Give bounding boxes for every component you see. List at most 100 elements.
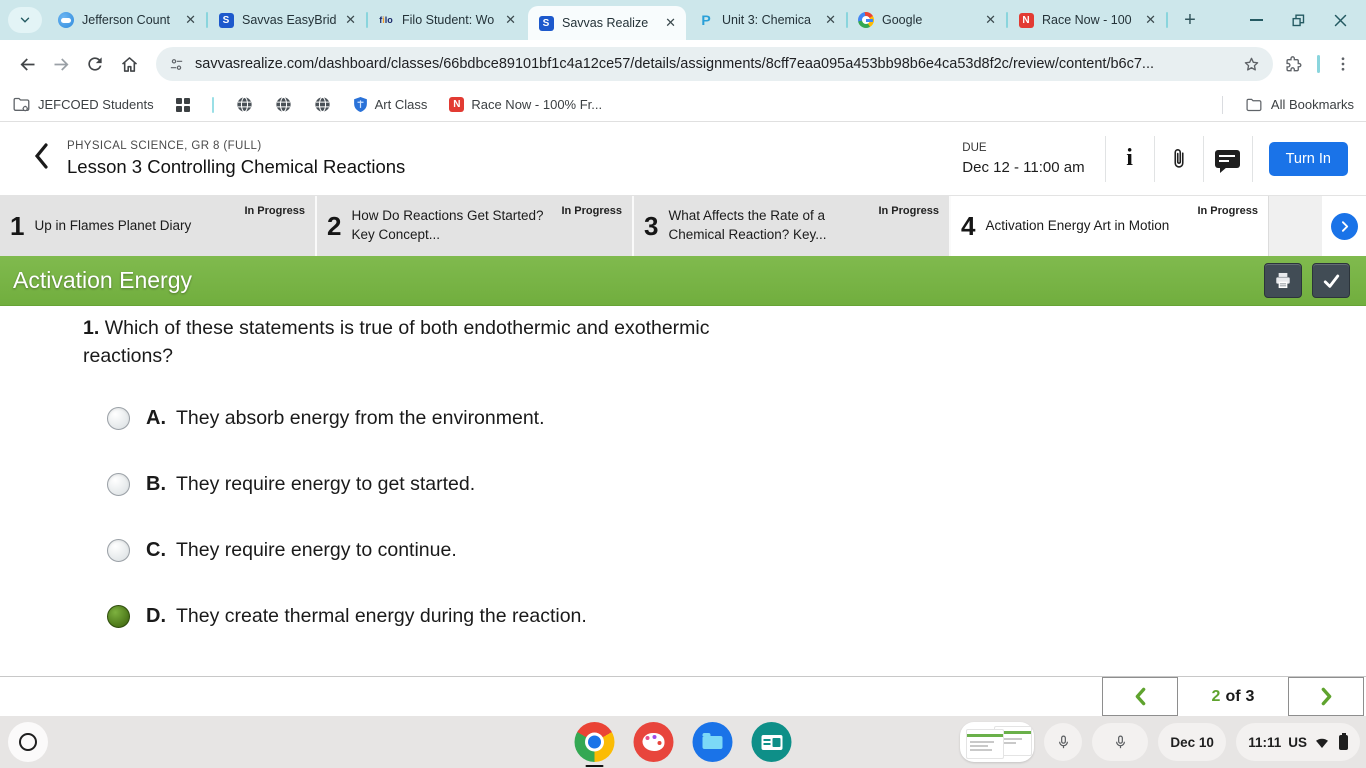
assignment-header: PHYSICAL SCIENCE, GR 8 (FULL) Lesson 3 C… xyxy=(0,122,1366,196)
bookmark-star-button[interactable] xyxy=(1242,55,1261,74)
folder-icon xyxy=(702,732,723,749)
browser-tab-unit3[interactable]: P Unit 3: Chemica ✕ xyxy=(688,0,846,40)
screencast-app-button[interactable] xyxy=(751,722,792,762)
option-text: They absorb energy from the environment. xyxy=(176,407,545,429)
due-block: DUE Dec 12 - 11:00 am xyxy=(962,142,1084,176)
browser-tab-jefferson[interactable]: Jefferson Count ✕ xyxy=(48,0,206,40)
answer-option-d[interactable]: D. They create thermal energy during the… xyxy=(107,605,1366,628)
lesson-tab-4[interactable]: 4 Activation Energy Art in Motion In Pro… xyxy=(951,196,1268,256)
tab-close-icon[interactable]: ✕ xyxy=(1141,10,1160,30)
canvas-app-button[interactable] xyxy=(633,722,674,762)
extensions-button[interactable] xyxy=(1283,54,1303,74)
savvas-favicon-icon: S xyxy=(218,12,234,28)
question-text-block: 1. Which of these statements is true of … xyxy=(83,314,751,370)
browser-tab-savvas-realize-active[interactable]: S Savvas Realize ✕ xyxy=(528,6,686,40)
tab-search-button[interactable] xyxy=(8,7,42,33)
assignment-title-block: PHYSICAL SCIENCE, GR 8 (FULL) Lesson 3 C… xyxy=(67,140,405,178)
calendar-button[interactable]: Dec 10 xyxy=(1158,723,1227,761)
answer-option-a[interactable]: A. They absorb energy from the environme… xyxy=(107,407,1366,430)
lesson-tab-number: 2 xyxy=(327,210,342,241)
back-button[interactable] xyxy=(10,47,44,81)
back-icon xyxy=(20,57,34,71)
bookmark-site-2[interactable] xyxy=(275,96,292,113)
files-app-button[interactable] xyxy=(692,722,733,762)
bookmark-site-1[interactable] xyxy=(236,96,253,113)
browser-tab-racenow[interactable]: N Race Now - 100 ✕ xyxy=(1008,0,1166,40)
running-indicator xyxy=(585,764,604,767)
activity-title: Activation Energy xyxy=(13,267,192,293)
lesson-tab-2[interactable]: 2 How Do Reactions Get Started? Key Conc… xyxy=(317,196,634,256)
bookmark-site-3[interactable] xyxy=(314,96,331,113)
shelf-time: 11:11 xyxy=(1248,734,1282,750)
close-window-button[interactable] xyxy=(1332,12,1348,28)
tab-close-icon[interactable]: ✕ xyxy=(821,10,840,30)
mic-tray-button[interactable] xyxy=(1044,723,1083,761)
dictation-button[interactable] xyxy=(1092,723,1149,761)
microphone-icon xyxy=(1115,735,1125,748)
wifi-icon xyxy=(1316,738,1328,748)
page-of-label: of xyxy=(1225,687,1241,705)
next-page-button[interactable] xyxy=(1288,677,1364,716)
tab-close-icon[interactable]: ✕ xyxy=(181,10,200,30)
bookmark-folder-jefcoed[interactable]: JEFCOED Students xyxy=(12,96,154,113)
restore-window-button[interactable] xyxy=(1290,12,1306,28)
lesson-tab-3[interactable]: 3 What Affects the Rate of a Chemical Re… xyxy=(634,196,951,256)
attachments-button[interactable] xyxy=(1155,135,1203,183)
lesson-item-tabs: 1 Up in Flames Planet Diary In Progress … xyxy=(0,196,1366,256)
tab-close-icon[interactable]: ✕ xyxy=(501,10,520,30)
bookmark-label: Race Now - 100% Fr... xyxy=(471,97,603,112)
chevron-left-icon xyxy=(34,143,48,169)
screenshot-preview-button[interactable] xyxy=(960,722,1035,762)
browser-tab-google[interactable]: Google ✕ xyxy=(848,0,1006,40)
bookmark-race-now[interactable]: N Race Now - 100% Fr... xyxy=(449,97,602,112)
forward-button[interactable] xyxy=(44,47,78,81)
paint-palette-icon xyxy=(642,733,665,751)
minimize-window-button[interactable] xyxy=(1248,12,1264,28)
launcher-button[interactable] xyxy=(8,722,48,762)
bookmark-art-class[interactable]: Art Class xyxy=(353,96,427,113)
home-button[interactable] xyxy=(112,47,146,81)
lesson-tab-1[interactable]: 1 Up in Flames Planet Diary In Progress xyxy=(0,196,317,256)
answer-radio[interactable] xyxy=(107,605,130,628)
chrome-app-button[interactable] xyxy=(574,722,615,767)
minimize-icon xyxy=(1249,19,1263,21)
tab-label: Savvas EasyBrid xyxy=(242,13,337,27)
page-title: Lesson 3 Controlling Chemical Reactions xyxy=(67,155,406,177)
browser-tab-easybridge[interactable]: S Savvas EasyBrid ✕ xyxy=(208,0,366,40)
back-to-assignment-button[interactable] xyxy=(34,143,49,174)
submit-check-button[interactable] xyxy=(1312,263,1350,298)
print-button[interactable] xyxy=(1264,263,1302,298)
new-tab-button[interactable]: + xyxy=(1176,6,1204,34)
globe-icon xyxy=(314,96,330,113)
tab-close-icon[interactable]: ✕ xyxy=(341,10,360,30)
tab-close-icon[interactable]: ✕ xyxy=(981,10,1000,30)
browser-menu-button[interactable] xyxy=(1334,55,1352,73)
system-tray-button[interactable]: 11:11 US xyxy=(1236,723,1360,761)
page-indicator: 2 of 3 xyxy=(1178,677,1288,716)
answer-radio[interactable] xyxy=(107,473,130,496)
activity-actions xyxy=(1264,263,1366,298)
due-date: Dec 12 - 11:00 am xyxy=(962,158,1085,176)
bookmark-apps-grid[interactable] xyxy=(175,97,190,112)
previous-page-button[interactable] xyxy=(1102,677,1178,716)
tab-close-icon[interactable]: ✕ xyxy=(661,13,680,33)
turn-in-button[interactable]: Turn In xyxy=(1268,141,1348,176)
browser-tab-filo[interactable]: filo Filo Student: Wo ✕ xyxy=(368,0,526,40)
course-name: PHYSICAL SCIENCE, GR 8 (FULL) xyxy=(67,139,262,152)
tab-label: Filo Student: Wo xyxy=(402,13,495,27)
next-lesson-item-button[interactable] xyxy=(1330,212,1358,240)
filo-favicon-icon: filo xyxy=(379,15,393,25)
lesson-tab-number: 3 xyxy=(644,210,659,241)
answer-option-b[interactable]: B. They require energy to get started. xyxy=(107,473,1366,496)
reload-icon xyxy=(88,57,102,71)
all-bookmarks-button[interactable]: All Bookmarks xyxy=(1221,95,1354,114)
answer-radio[interactable] xyxy=(107,539,130,562)
comments-button[interactable] xyxy=(1204,135,1252,183)
bookmarks-separator xyxy=(211,96,214,113)
answer-radio[interactable] xyxy=(107,407,130,430)
answer-option-c[interactable]: C. They require energy to continue. xyxy=(107,539,1366,562)
address-bar[interactable]: savvasrealize.com/dashboard/classes/66bd… xyxy=(156,47,1273,81)
all-bookmarks-label: All Bookmarks xyxy=(1270,97,1354,112)
info-button[interactable]: i xyxy=(1106,135,1154,183)
reload-button[interactable] xyxy=(78,47,112,81)
